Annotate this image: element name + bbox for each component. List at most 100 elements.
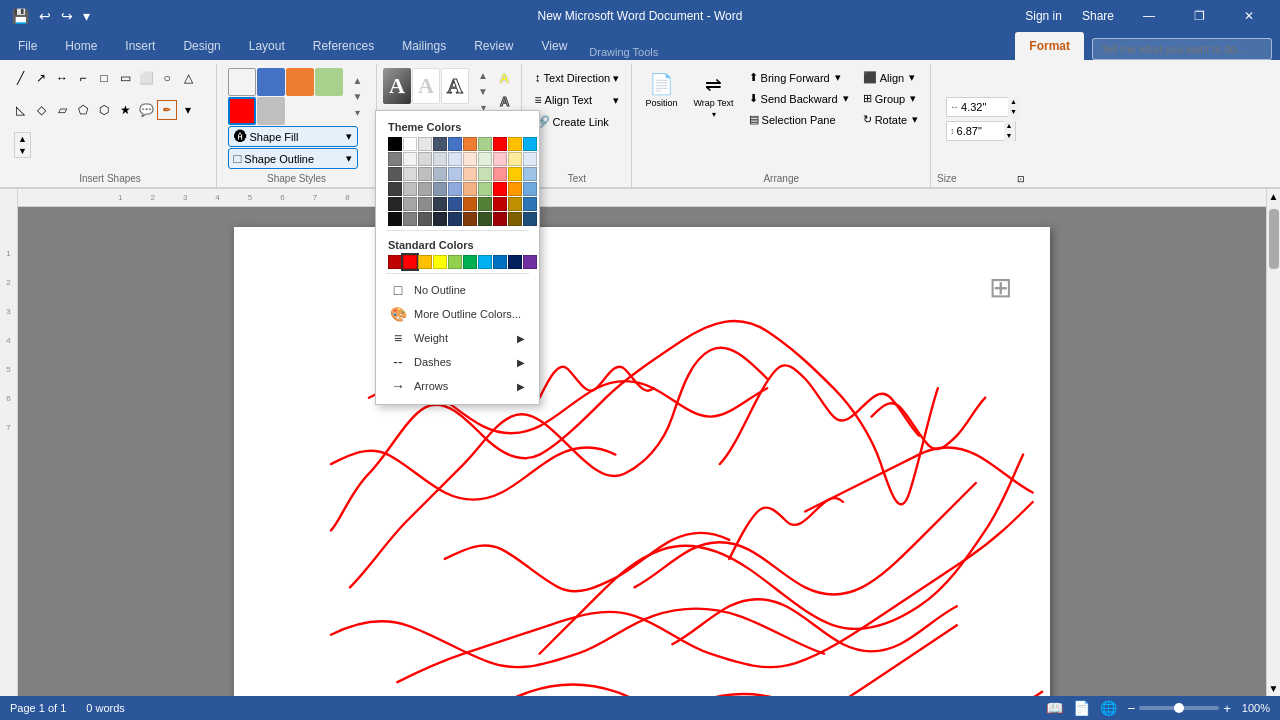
swatch-black[interactable]: [388, 137, 402, 151]
std-swatch-3[interactable]: [418, 255, 432, 269]
swatch-green[interactable]: [478, 137, 492, 151]
swatch-3-1[interactable]: [388, 167, 402, 181]
width-input[interactable]: ↔ ▲ ▼: [946, 97, 1016, 117]
swatch-4-3[interactable]: [418, 182, 432, 196]
swatch-6-6[interactable]: [463, 212, 477, 226]
tab-insert[interactable]: Insert: [111, 32, 169, 60]
tab-format[interactable]: Format: [1015, 32, 1084, 60]
swatch-3-2[interactable]: [403, 167, 417, 181]
zoom-thumb[interactable]: [1174, 703, 1184, 713]
swatch-2-7[interactable]: [478, 152, 492, 166]
swatch-2-2[interactable]: [403, 152, 417, 166]
rect-tool[interactable]: □: [94, 68, 114, 88]
text-outline-button[interactable]: A: [494, 91, 515, 112]
std-swatch-1[interactable]: [388, 255, 402, 269]
styles-down[interactable]: ▼: [350, 89, 366, 104]
swatch-2-5[interactable]: [448, 152, 462, 166]
std-swatch-8[interactable]: [493, 255, 507, 269]
weight-item[interactable]: ≡ Weight ▶: [380, 326, 535, 350]
tab-home[interactable]: Home: [51, 32, 111, 60]
swatch-cyan[interactable]: [523, 137, 537, 151]
std-swatch-9[interactable]: [508, 255, 522, 269]
close-button[interactable]: ✕: [1226, 0, 1272, 32]
swatch-6-4[interactable]: [433, 212, 447, 226]
swatch-5-8[interactable]: [493, 197, 507, 211]
dashes-item[interactable]: -- Dashes ▶: [380, 350, 535, 374]
swatch-red[interactable]: [493, 137, 507, 151]
swatch-3-5[interactable]: [448, 167, 462, 181]
wordart-style-3[interactable]: A: [441, 68, 469, 104]
swatch-4-6[interactable]: [463, 182, 477, 196]
swatch-6-5[interactable]: [448, 212, 462, 226]
redo-button[interactable]: ↪: [57, 6, 77, 26]
swatch-4-7[interactable]: [478, 182, 492, 196]
swatch-orange[interactable]: [463, 137, 477, 151]
std-swatch-6[interactable]: [463, 255, 477, 269]
scroll-down[interactable]: ▼: [1267, 681, 1280, 696]
std-swatch-10[interactable]: [523, 255, 537, 269]
style-green[interactable]: [315, 68, 343, 96]
tab-file[interactable]: File: [4, 32, 51, 60]
customize-button[interactable]: ▾: [79, 6, 94, 26]
hex-tool[interactable]: ⬡: [94, 100, 114, 120]
arrows-item[interactable]: → Arrows ▶: [380, 374, 535, 398]
wordart-down[interactable]: ▼: [475, 84, 491, 99]
swatch-2-1[interactable]: [388, 152, 402, 166]
swatch-5-5[interactable]: [448, 197, 462, 211]
swatch-2-3[interactable]: [418, 152, 432, 166]
group-button[interactable]: ⊞ Group ▾: [857, 89, 924, 108]
style-orange[interactable]: [286, 68, 314, 96]
wordart-style-2[interactable]: A: [412, 68, 440, 104]
styles-up[interactable]: ▲: [350, 73, 366, 88]
tab-references[interactable]: References: [299, 32, 388, 60]
std-swatch-7[interactable]: [478, 255, 492, 269]
text-direction-button[interactable]: ↕ Text Direction ▾: [529, 68, 626, 88]
selection-pane-button[interactable]: ▤ Selection Pane: [743, 110, 855, 129]
swatch-6-1[interactable]: [388, 212, 402, 226]
swatch-3-8[interactable]: [493, 167, 507, 181]
width-down[interactable]: ▼: [1008, 107, 1019, 117]
align-button[interactable]: ⬛ Align ▾: [857, 68, 924, 87]
std-swatch-5[interactable]: [448, 255, 462, 269]
swatch-6-2[interactable]: [403, 212, 417, 226]
diamond-tool[interactable]: ◇: [31, 100, 51, 120]
wordart-up[interactable]: ▲: [475, 68, 491, 83]
style-gray[interactable]: [257, 97, 285, 125]
zoom-slider[interactable]: [1139, 706, 1219, 710]
swatch-3-10[interactable]: [523, 167, 537, 181]
tab-design[interactable]: Design: [169, 32, 234, 60]
std-swatch-4[interactable]: [433, 255, 447, 269]
position-button[interactable]: 📄 Position: [638, 68, 684, 112]
tab-review[interactable]: Review: [460, 32, 527, 60]
snip-rect-tool[interactable]: ⬜: [136, 68, 156, 88]
std-swatch-2[interactable]: [403, 255, 417, 269]
height-value[interactable]: [957, 125, 1002, 137]
swatch-4-4[interactable]: [433, 182, 447, 196]
more-shapes[interactable]: ▾: [178, 100, 198, 120]
swatch-6-3[interactable]: [418, 212, 432, 226]
align-text-button[interactable]: ≡ Align Text ▾: [529, 90, 626, 110]
wrap-text-button[interactable]: ⇌ Wrap Text ▾: [686, 68, 740, 123]
swatch-4-8[interactable]: [493, 182, 507, 196]
zoom-in-button[interactable]: +: [1223, 701, 1231, 716]
swatch-white[interactable]: [403, 137, 417, 151]
layout-icon[interactable]: ⊞: [980, 267, 1020, 307]
arrow-tool[interactable]: ↗: [31, 68, 51, 88]
swatch-3-9[interactable]: [508, 167, 522, 181]
swatch-2-4[interactable]: [433, 152, 447, 166]
rotate-button[interactable]: ↻ Rotate ▾: [857, 110, 924, 129]
text-fill-button[interactable]: A: [494, 68, 515, 89]
swatch-lightgray[interactable]: [418, 137, 432, 151]
width-up[interactable]: ▲: [1008, 97, 1019, 107]
swatch-6-7[interactable]: [478, 212, 492, 226]
shape-outline-button[interactable]: □ Shape Outline ▾: [228, 148, 358, 169]
callout-tool[interactable]: 💬: [136, 100, 156, 120]
size-dialog-launcher[interactable]: ⊡: [1017, 174, 1025, 184]
tab-view[interactable]: View: [528, 32, 582, 60]
height-up[interactable]: ▲: [1004, 121, 1015, 131]
swatch-5-3[interactable]: [418, 197, 432, 211]
shapes-scroll[interactable]: ▲ ▼: [14, 132, 31, 158]
height-down[interactable]: ▼: [1004, 131, 1015, 141]
minimize-button[interactable]: —: [1126, 0, 1172, 32]
pentagon-tool[interactable]: ⬠: [73, 100, 93, 120]
